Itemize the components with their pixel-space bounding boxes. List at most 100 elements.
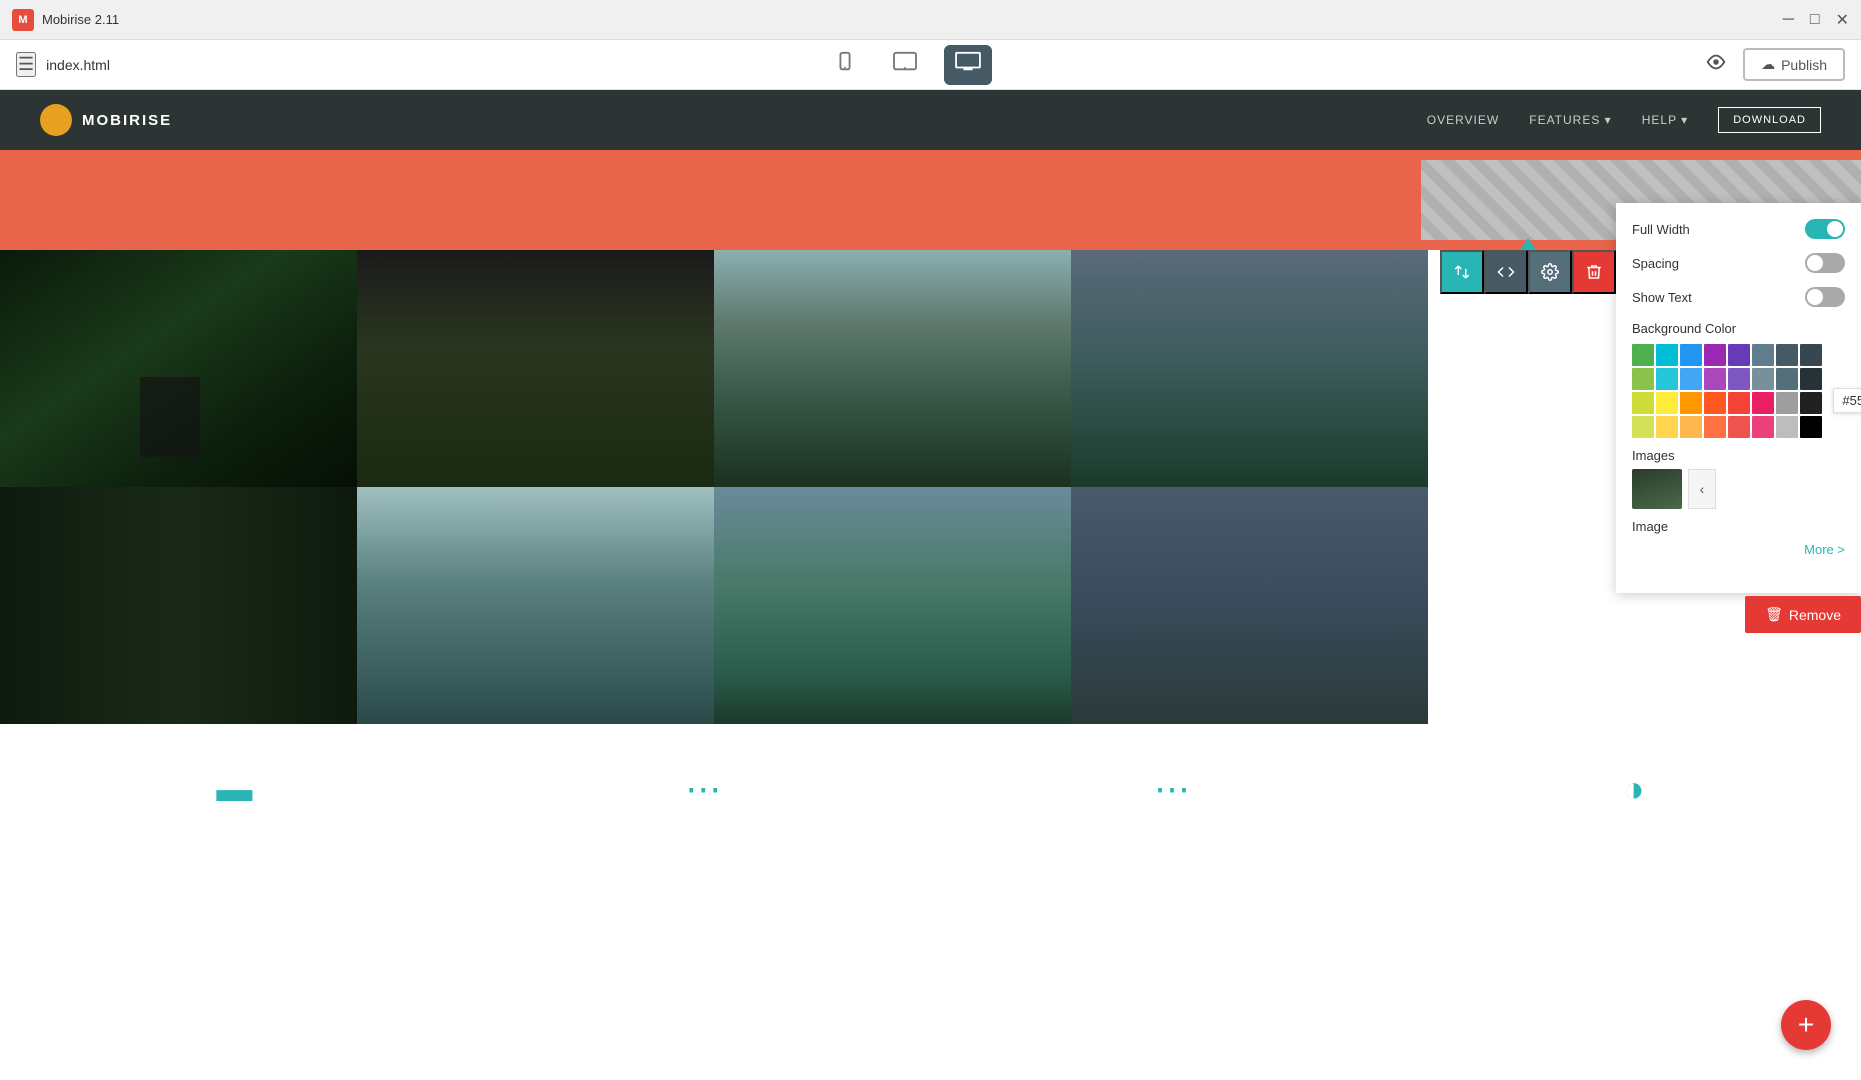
color-swatch[interactable] xyxy=(1728,416,1750,438)
nav-download[interactable]: DOWNLOAD xyxy=(1718,107,1821,133)
photo-image-1 xyxy=(0,250,357,487)
title-bar: M Mobirise 2.11 ─ □ ✕ xyxy=(0,0,1861,40)
site-name: MOBIRISE xyxy=(82,112,172,129)
publish-button[interactable]: ☁ Publish xyxy=(1743,48,1845,81)
file-name: index.html xyxy=(46,57,110,73)
nav-overview[interactable]: OVERVIEW xyxy=(1427,113,1499,127)
title-bar-left: M Mobirise 2.11 xyxy=(12,9,119,31)
photo-image-6 xyxy=(357,487,714,724)
desktop-view-button[interactable] xyxy=(944,45,992,85)
color-swatch[interactable] xyxy=(1728,392,1750,414)
close-button[interactable]: ✕ xyxy=(1836,10,1849,30)
photo-image-2 xyxy=(357,250,714,487)
site-nav-links: OVERVIEW FEATURES ▾ HELP ▾ DOWNLOAD xyxy=(1427,107,1821,133)
device-switcher xyxy=(824,45,992,85)
bg-color-section: Background Color xyxy=(1632,321,1845,438)
nav-arrows: ‹ xyxy=(1688,469,1716,509)
tablet-view-button[interactable] xyxy=(882,45,928,85)
photo-cell-4 xyxy=(1071,250,1428,487)
site-navbar: MOBIRISE OVERVIEW FEATURES ▾ HELP ▾ DOWN… xyxy=(0,90,1861,150)
color-swatch[interactable] xyxy=(1752,416,1774,438)
color-swatch[interactable] xyxy=(1656,368,1678,390)
publish-icon: ☁ xyxy=(1761,56,1775,73)
color-swatch[interactable] xyxy=(1704,392,1726,414)
color-swatch[interactable] xyxy=(1776,344,1798,366)
show-text-label: Show Text xyxy=(1632,290,1692,305)
remove-button[interactable]: 🗑 Remove xyxy=(1745,596,1861,633)
spacing-toggle[interactable] xyxy=(1805,253,1845,273)
photo-cell-2 xyxy=(357,250,714,487)
color-swatch[interactable] xyxy=(1632,392,1654,414)
reorder-button[interactable] xyxy=(1440,250,1484,294)
teal-icon-4: ◑ xyxy=(1623,768,1645,810)
trash-icon: 🗑 xyxy=(1765,606,1783,623)
color-swatch[interactable] xyxy=(1752,368,1774,390)
hamburger-menu[interactable]: ☰ xyxy=(16,52,36,77)
photo-cell-1 xyxy=(0,250,357,487)
color-swatch[interactable] xyxy=(1800,368,1822,390)
color-swatch[interactable] xyxy=(1776,392,1798,414)
color-swatch[interactable] xyxy=(1680,368,1702,390)
color-swatch[interactable] xyxy=(1752,344,1774,366)
color-swatch[interactable] xyxy=(1800,392,1822,414)
color-swatch[interactable] xyxy=(1680,416,1702,438)
image-thumbnail xyxy=(1632,469,1682,509)
photo-cell-5 xyxy=(0,487,357,724)
show-text-toggle[interactable] xyxy=(1805,287,1845,307)
color-swatch[interactable] xyxy=(1632,344,1654,366)
image-label: Image xyxy=(1632,519,1845,534)
color-swatch[interactable] xyxy=(1680,344,1702,366)
preview-button[interactable] xyxy=(1705,51,1727,79)
color-swatch[interactable] xyxy=(1776,416,1798,438)
color-swatch[interactable] xyxy=(1656,392,1678,414)
color-swatch[interactable] xyxy=(1704,344,1726,366)
color-swatch[interactable] xyxy=(1632,416,1654,438)
toolbar-right: ☁ Publish xyxy=(1705,48,1845,81)
code-button[interactable] xyxy=(1484,250,1528,294)
images-row: ‹ xyxy=(1632,469,1845,509)
color-swatch[interactable] xyxy=(1656,344,1678,366)
nav-help[interactable]: HELP ▾ xyxy=(1642,113,1689,127)
bg-color-label: Background Color xyxy=(1632,321,1845,336)
toolbar-left: ☰ index.html xyxy=(16,52,110,77)
prev-arrow[interactable]: ‹ xyxy=(1688,469,1716,509)
color-swatch[interactable] xyxy=(1704,416,1726,438)
photo-gallery-row1 xyxy=(0,250,1430,487)
site-brand: MOBIRISE xyxy=(40,104,172,136)
site-logo xyxy=(40,104,72,136)
more-link[interactable]: More > xyxy=(1632,542,1845,557)
photo-gallery-row2 xyxy=(0,487,1430,724)
icon-section-3: ⋯ xyxy=(1154,768,1190,810)
spacing-setting: Spacing xyxy=(1632,253,1845,273)
photo-image-3 xyxy=(714,250,1071,487)
color-swatch[interactable] xyxy=(1752,392,1774,414)
settings-button[interactable] xyxy=(1528,250,1572,294)
color-swatch[interactable] xyxy=(1632,368,1654,390)
full-width-setting: Full Width xyxy=(1632,219,1845,239)
color-swatch[interactable] xyxy=(1704,368,1726,390)
minimize-button[interactable]: ─ xyxy=(1783,10,1794,30)
full-width-toggle[interactable] xyxy=(1805,219,1845,239)
maximize-button[interactable]: □ xyxy=(1810,10,1820,30)
icon-section-1: ▬ xyxy=(216,768,252,810)
settings-panel: Full Width Spacing Show Text Background … xyxy=(1616,203,1861,593)
color-swatch[interactable] xyxy=(1728,368,1750,390)
color-swatch[interactable] xyxy=(1728,344,1750,366)
fab-add-button[interactable]: + xyxy=(1781,1000,1831,1050)
color-swatch[interactable] xyxy=(1680,392,1702,414)
show-text-setting: Show Text xyxy=(1632,287,1845,307)
photo-image-4 xyxy=(1071,250,1428,487)
hero-section xyxy=(0,150,1861,250)
color-swatch[interactable] xyxy=(1800,344,1822,366)
nav-features[interactable]: FEATURES ▾ xyxy=(1529,113,1611,127)
icon-section-2: ⋯ xyxy=(685,768,721,810)
color-swatch[interactable] xyxy=(1656,416,1678,438)
color-swatch[interactable] xyxy=(1800,416,1822,438)
images-label: Images xyxy=(1632,448,1845,463)
mobile-view-button[interactable] xyxy=(824,45,866,85)
photo-cell-3 xyxy=(714,250,1071,487)
color-swatch[interactable] xyxy=(1776,368,1798,390)
teal-icon-3: ⋯ xyxy=(1154,768,1190,810)
delete-button[interactable] xyxy=(1572,250,1616,294)
fab-icon: + xyxy=(1798,1009,1814,1041)
